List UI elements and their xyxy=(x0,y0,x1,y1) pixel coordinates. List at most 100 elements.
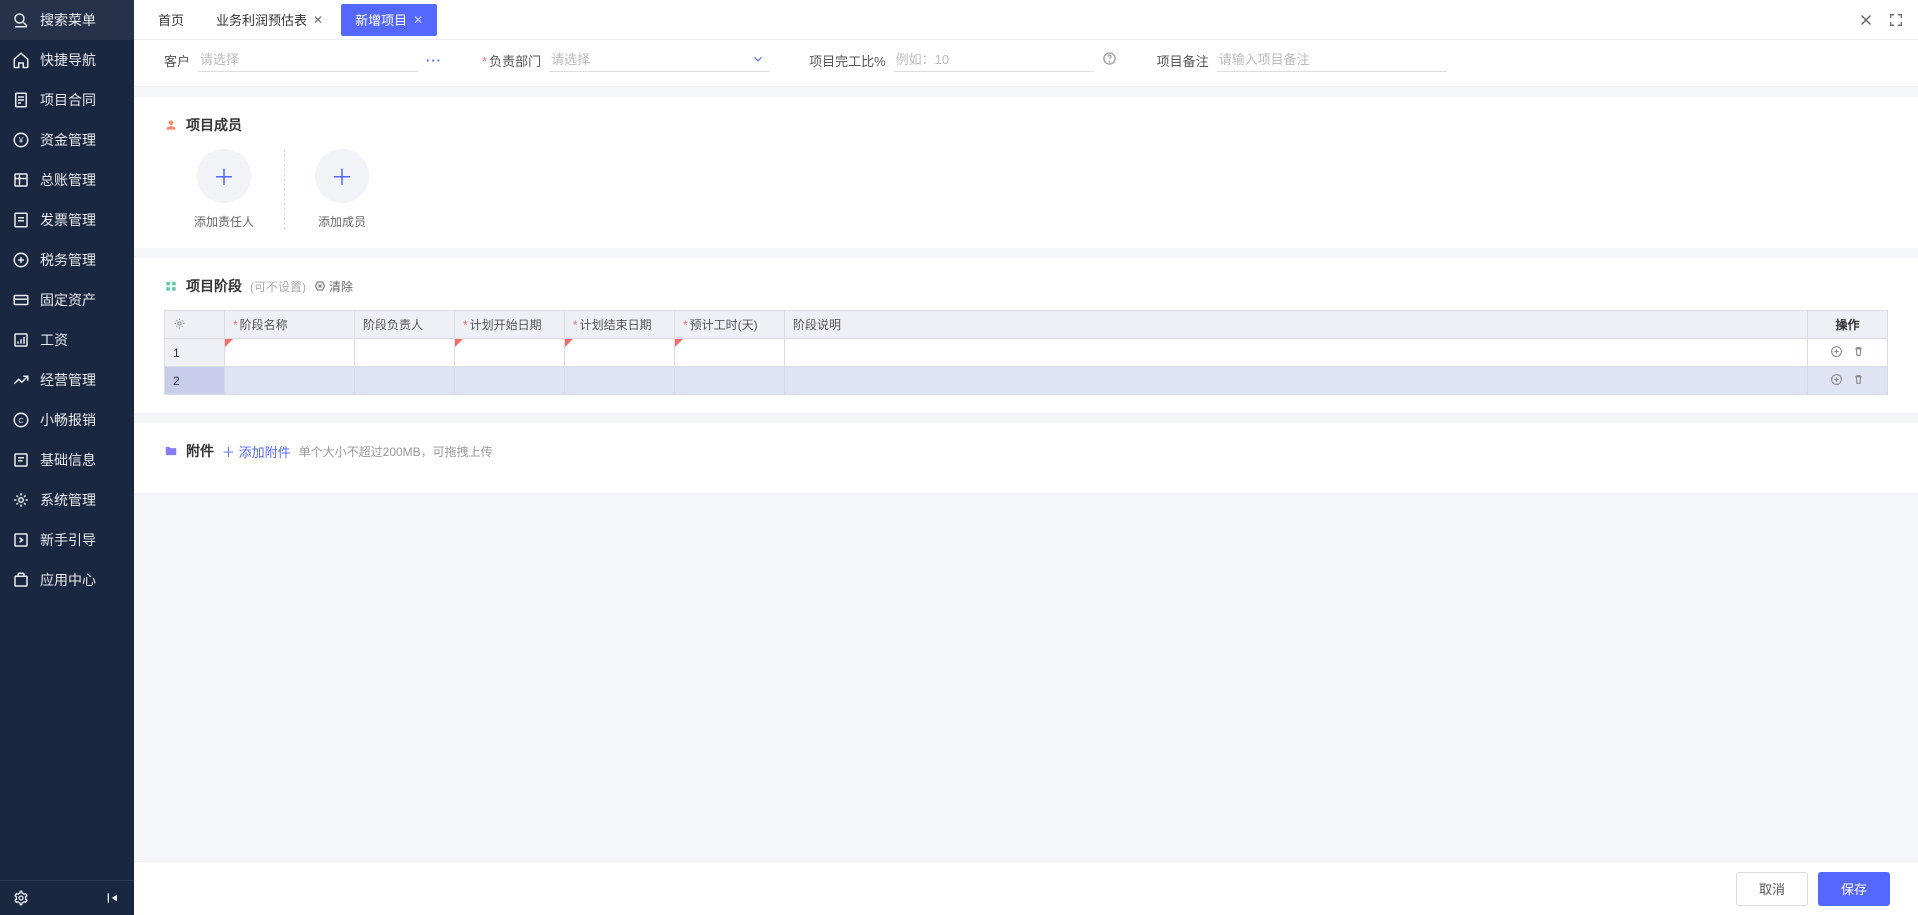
col-op: 操作 xyxy=(1808,311,1888,339)
footer-bar: 取消 保存 xyxy=(134,861,1918,915)
sidebar-item-label: 工资 xyxy=(40,330,68,350)
sidebar-item-business[interactable]: 经营管理 xyxy=(0,360,134,400)
sidebar-item-label: 固定资产 xyxy=(40,290,96,310)
close-panel-icon[interactable] xyxy=(1854,8,1878,32)
sidebar-item-expense[interactable]: C 小畅报销 xyxy=(0,400,134,440)
search-icon xyxy=(12,11,30,29)
salary-icon xyxy=(12,331,30,349)
sidebar-item-label: 新手引导 xyxy=(40,530,96,550)
sidebar-item-asset[interactable]: 固定资产 xyxy=(0,280,134,320)
sidebar-item-invoice[interactable]: 发票管理 xyxy=(0,200,134,240)
cell-hours[interactable] xyxy=(675,339,785,367)
col-settings[interactable] xyxy=(165,311,225,339)
sidebar-item-ledger[interactable]: 总账管理 xyxy=(0,160,134,200)
sidebar-item-label: 资金管理 xyxy=(40,130,96,150)
col-desc: 阶段说明 xyxy=(785,311,1808,339)
field-label: 客户 xyxy=(164,51,190,70)
sidebar-item-label: 税务管理 xyxy=(40,250,96,270)
tab-label: 新增项目 xyxy=(355,10,407,29)
customer-select[interactable] xyxy=(198,48,418,72)
cell-owner[interactable] xyxy=(355,367,455,395)
content-scroll[interactable]: 客户 ··· *负责部门 项目完工比% xyxy=(134,40,1918,915)
table-row[interactable]: 2 xyxy=(165,367,1808,395)
cancel-button[interactable]: 取消 xyxy=(1736,872,1808,906)
form-row: 客户 ··· *负责部门 项目完工比% xyxy=(134,40,1918,87)
sidebar-item-tax[interactable]: 税务管理 xyxy=(0,240,134,280)
home-icon xyxy=(12,51,30,69)
cell-end[interactable] xyxy=(565,367,675,395)
cell-end[interactable] xyxy=(565,339,675,367)
sidebar-item-label: 搜索菜单 xyxy=(40,10,96,30)
clear-button[interactable]: 清除 xyxy=(314,278,353,295)
sidebar-item-funds[interactable]: ¥ 资金管理 xyxy=(0,120,134,160)
plus-icon: ＋ xyxy=(197,149,251,203)
cell-name[interactable] xyxy=(225,367,355,395)
sidebar-item-apps[interactable]: 应用中心 xyxy=(0,560,134,600)
upload-hint: 单个大小不超过200MB，可拖拽上传 xyxy=(299,443,493,460)
info-icon xyxy=(12,451,30,469)
cell-hours[interactable] xyxy=(675,367,785,395)
gear-icon[interactable] xyxy=(12,889,30,907)
tab-home[interactable]: 首页 xyxy=(144,4,198,36)
sidebar-item-contract[interactable]: 项目合同 xyxy=(0,80,134,120)
cell-desc[interactable] xyxy=(785,339,1808,367)
sidebar: 搜索菜单 快捷导航 项目合同 ¥ 资金管理 总账管理 发票管理 税务管理 固定资 xyxy=(0,0,134,915)
tab-new-project[interactable]: 新增项目 ✕ xyxy=(341,4,437,36)
close-icon[interactable]: ✕ xyxy=(413,13,423,27)
cell-start[interactable] xyxy=(455,339,565,367)
sidebar-item-label: 基础信息 xyxy=(40,450,96,470)
row-ops xyxy=(1808,367,1888,395)
field-label: *负责部门 xyxy=(482,51,541,70)
svg-text:C: C xyxy=(18,416,24,425)
field-label: 项目备注 xyxy=(1157,51,1209,70)
more-icon[interactable]: ··· xyxy=(426,53,442,68)
department-select[interactable] xyxy=(549,48,769,72)
sidebar-item-search[interactable]: 搜索菜单 xyxy=(0,0,134,40)
panel-title: 附件 xyxy=(186,441,214,461)
tab-profit[interactable]: 业务利润预估表 ✕ xyxy=(202,4,337,36)
close-icon[interactable]: ✕ xyxy=(313,13,323,27)
panel-title: 项目阶段 xyxy=(186,276,242,296)
sidebar-item-label: 快捷导航 xyxy=(40,50,96,70)
add-row-icon[interactable] xyxy=(1830,375,1843,389)
panel-title: 项目成员 xyxy=(186,115,242,135)
add-owner-button[interactable]: ＋ 添加责任人 xyxy=(164,149,284,230)
completion-input[interactable] xyxy=(894,48,1094,72)
collapse-icon[interactable] xyxy=(104,889,122,907)
row-number: 1 xyxy=(165,339,225,367)
cell-start[interactable] xyxy=(455,367,565,395)
cell-desc[interactable] xyxy=(785,367,1808,395)
sidebar-item-label: 小畅报销 xyxy=(40,410,96,430)
sidebar-item-label: 系统管理 xyxy=(40,490,96,510)
attachments-panel: 附件 ＋ 添加附件 单个大小不超过200MB，可拖拽上传 xyxy=(134,423,1918,493)
delete-row-icon[interactable] xyxy=(1852,347,1865,361)
cell-name[interactable] xyxy=(225,339,355,367)
add-member-button[interactable]: ＋ 添加成员 xyxy=(284,149,399,230)
sidebar-item-info[interactable]: 基础信息 xyxy=(0,440,134,480)
delete-row-icon[interactable] xyxy=(1852,375,1865,389)
row-number: 2 xyxy=(165,367,225,395)
fullscreen-icon[interactable] xyxy=(1884,8,1908,32)
stages-table: *阶段名称 阶段负责人 *计划开始日期 *计划结束日期 *预计工时(天) 阶段说… xyxy=(164,310,1808,395)
asset-icon xyxy=(12,291,30,309)
add-attachment-button[interactable]: ＋ 添加附件 xyxy=(222,442,291,461)
help-icon[interactable] xyxy=(1102,51,1117,69)
field-department: *负责部门 xyxy=(482,48,769,72)
remark-input[interactable] xyxy=(1217,48,1447,72)
expense-icon: C xyxy=(12,411,30,429)
tax-icon xyxy=(12,251,30,269)
business-icon xyxy=(12,371,30,389)
col-hours: *预计工时(天) xyxy=(675,311,785,339)
save-button[interactable]: 保存 xyxy=(1818,872,1890,906)
sidebar-item-nav[interactable]: 快捷导航 xyxy=(0,40,134,80)
document-icon xyxy=(12,91,30,109)
table-row[interactable]: 1 xyxy=(165,339,1808,367)
sidebar-item-guide[interactable]: 新手引导 xyxy=(0,520,134,560)
sidebar-item-label: 应用中心 xyxy=(40,570,96,590)
add-row-icon[interactable] xyxy=(1830,347,1843,361)
cell-owner[interactable] xyxy=(355,339,455,367)
field-customer: 客户 ··· xyxy=(164,48,442,72)
sidebar-item-salary[interactable]: 工资 xyxy=(0,320,134,360)
stages-panel: 项目阶段 (可不设置) 清除 xyxy=(134,258,1918,413)
sidebar-item-system[interactable]: 系统管理 xyxy=(0,480,134,520)
